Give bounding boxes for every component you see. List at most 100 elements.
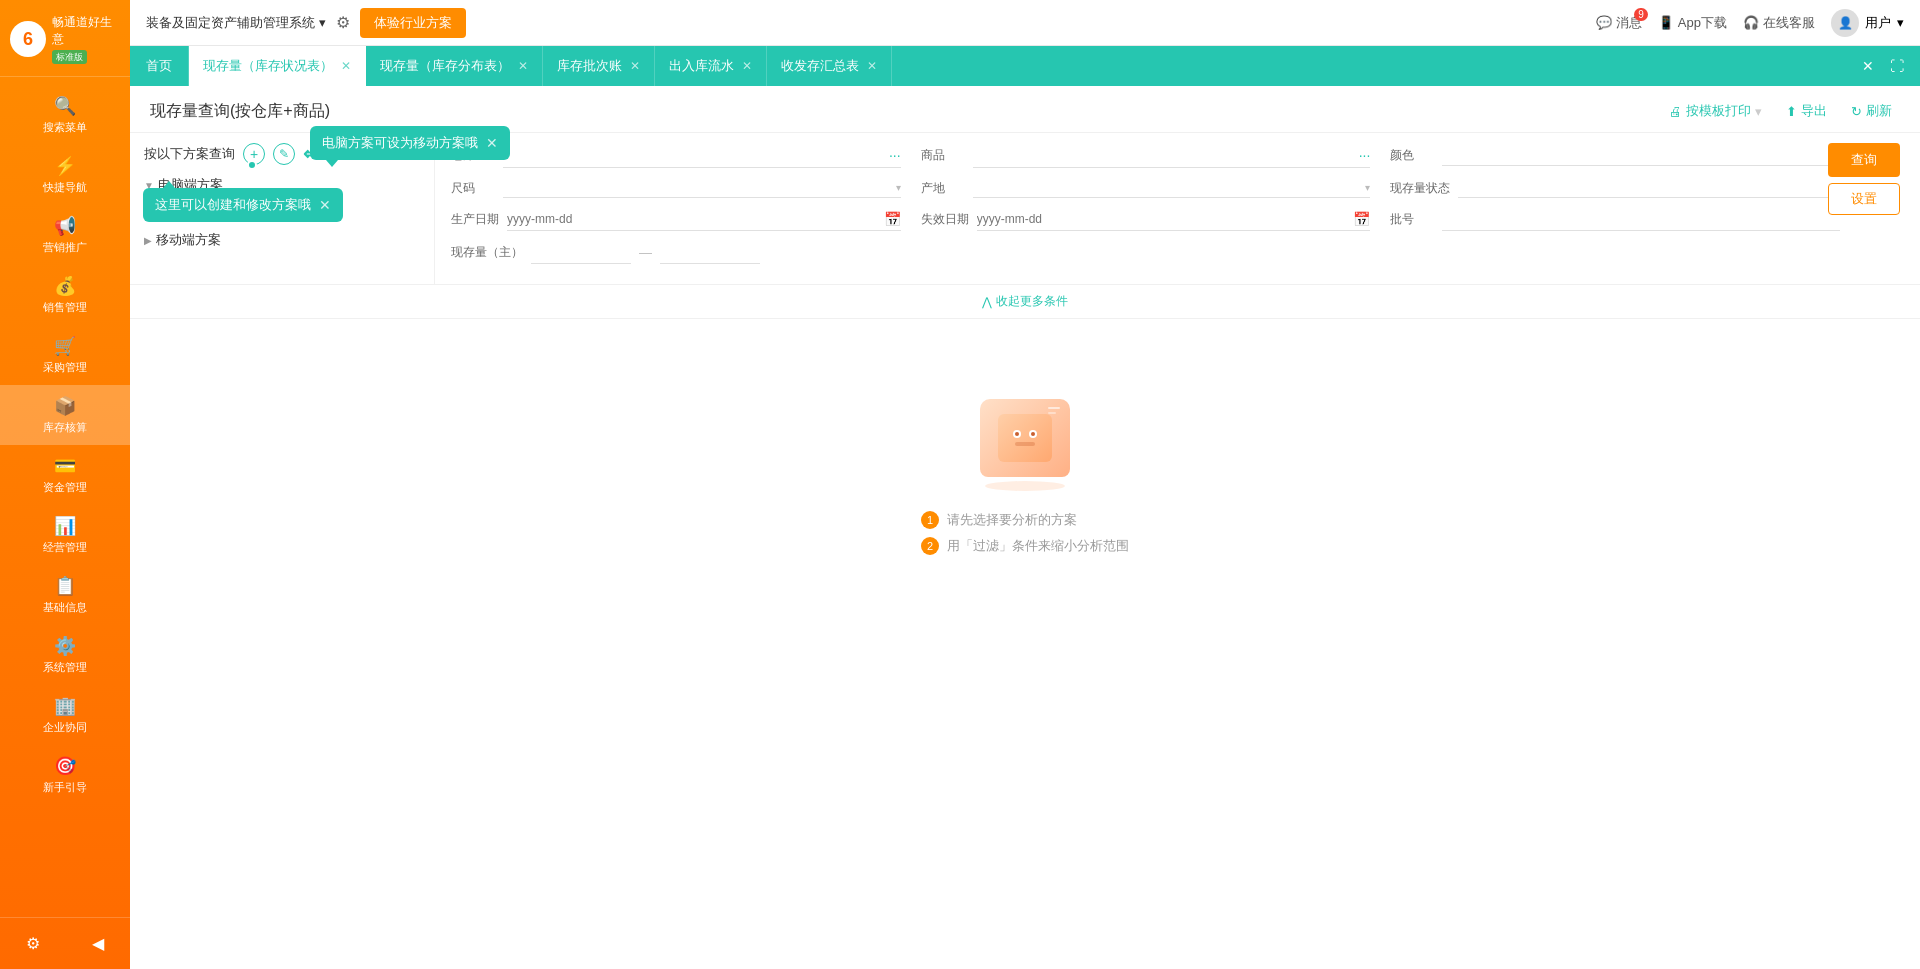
guide-icon: 🎯 (54, 755, 76, 777)
user-chevron-icon: ▾ (1897, 15, 1904, 30)
tab-close-icon[interactable]: ✕ (630, 59, 640, 73)
filter-row-3: 生产日期 📅 失效日期 📅 批号 (451, 208, 1840, 231)
sidebar-bottom: ⚙ ◀ (0, 917, 130, 969)
operations-icon: 📊 (54, 515, 76, 537)
support-btn[interactable]: 🎧 在线客服 (1743, 14, 1815, 32)
search-icon: 🔍 (54, 95, 76, 117)
message-btn[interactable]: 💬 消息 9 (1596, 14, 1642, 32)
empty-illustration (980, 399, 1070, 491)
sidebar-item-enterprise[interactable]: 🏢 企业协同 (0, 685, 130, 745)
logo-badge: 标准版 (52, 50, 87, 65)
tab-close-icon[interactable]: ✕ (518, 59, 528, 73)
sidebar: 6 畅通道好生意 标准版 🔍 搜索菜单 ⚡ 快捷导航 📢 营销推广 💰 销售管理… (0, 0, 130, 969)
tooltip-close-btn[interactable]: ✕ (486, 135, 498, 151)
tab-batch-ledger-label: 库存批次账 (557, 57, 622, 75)
tab-receipt-summary[interactable]: 收发存汇总表 ✕ (767, 46, 892, 86)
tab-batch-ledger[interactable]: 库存批次账 ✕ (543, 46, 655, 86)
create-tooltip-close-btn[interactable]: ✕ (319, 197, 331, 213)
pc-tooltip-dot (247, 160, 257, 170)
stock-qty-max-input[interactable] (660, 241, 760, 264)
reset-button[interactable]: 设置 (1828, 183, 1900, 215)
logo-icon: 6 (10, 21, 46, 57)
tab-stock-dist[interactable]: 现存量（库存分布表） ✕ (366, 46, 543, 86)
edit-scheme-btn[interactable]: ✎ (273, 143, 295, 165)
template-print-btn[interactable]: 🖨 按模板打印 ▾ (1661, 98, 1770, 124)
produce-date-input[interactable] (507, 208, 884, 230)
goods-select[interactable]: ··· (973, 143, 1371, 168)
page-actions: 🖨 按模板打印 ▾ ⬆ 导出 ↻ 刷新 (1661, 98, 1900, 124)
sidebar-item-label: 新手引导 (43, 780, 87, 795)
calendar-icon[interactable]: 📅 (884, 211, 901, 227)
empty-box (980, 399, 1070, 477)
user-menu[interactable]: 👤 用户 ▾ (1831, 9, 1904, 37)
username: 用户 (1865, 14, 1891, 32)
tab-close-icon[interactable]: ✕ (742, 59, 752, 73)
system-selector[interactable]: 装备及固定资产辅助管理系统 ▾ (146, 14, 326, 32)
avatar: 👤 (1831, 9, 1859, 37)
sidebar-item-marketing[interactable]: 📢 营销推广 (0, 205, 130, 265)
page-title: 现存量查询(按仓库+商品) (150, 101, 330, 122)
tab-inout-flow[interactable]: 出入库流水 ✕ (655, 46, 767, 86)
tab-close-icon[interactable]: ✕ (867, 59, 877, 73)
sidebar-item-label: 库存核算 (43, 420, 87, 435)
chevron-down-icon: ▾ (1755, 104, 1762, 119)
finance-icon: 💳 (54, 455, 76, 477)
filter-row-4: 现存量（主） — (451, 241, 811, 264)
sidebar-item-label: 基础信息 (43, 600, 87, 615)
expire-date-label: 失效日期 (921, 211, 969, 228)
more-icon[interactable]: ··· (889, 147, 901, 163)
phone-icon: 📱 (1658, 15, 1674, 30)
sidebar-item-operations[interactable]: 📊 经营管理 (0, 505, 130, 565)
calendar-icon[interactable]: 📅 (1353, 211, 1370, 227)
tab-bar-actions: ✕ ⛶ (1858, 54, 1920, 78)
export-icon: ⬆ (1786, 104, 1797, 119)
tab-expand-btn[interactable]: ⛶ (1886, 54, 1908, 78)
tab-stock-status-label: 现存量（库存状况表） (203, 57, 333, 75)
robot-eye-right (1029, 430, 1037, 438)
sidebar-item-finance[interactable]: 💳 资金管理 (0, 445, 130, 505)
batch-input[interactable] (1442, 208, 1840, 231)
collapse-btn[interactable]: ⋀ 收起更多条件 (130, 285, 1920, 319)
logo-name: 畅通道好生意 (52, 14, 120, 48)
message-icon: 💬 (1596, 15, 1612, 30)
refresh-btn[interactable]: ↻ 刷新 (1843, 98, 1900, 124)
filter-batch: 批号 (1390, 208, 1840, 231)
tab-receipt-summary-label: 收发存汇总表 (781, 57, 859, 75)
gear-icon[interactable]: ⚙ (336, 13, 350, 32)
stock-qty-min-input[interactable] (531, 241, 631, 264)
sidebar-settings-btn[interactable]: ⚙ (20, 928, 46, 959)
origin-label: 产地 (921, 180, 965, 197)
sidebar-item-inventory[interactable]: 📦 库存核算 (0, 385, 130, 445)
header: 装备及固定资产辅助管理系统 ▾ ⚙ 体验行业方案 💬 消息 9 📱 App下载 … (130, 0, 1920, 46)
expire-date-input[interactable] (977, 208, 1354, 230)
tab-close-icon[interactable]: ✕ (341, 59, 351, 73)
sidebar-item-basic[interactable]: 📋 基础信息 (0, 565, 130, 625)
support-label: 在线客服 (1763, 14, 1815, 32)
size-select[interactable]: ▾ (503, 178, 901, 198)
sidebar-item-search[interactable]: 🔍 搜索菜单 (0, 85, 130, 145)
mobile-scheme-toggle[interactable]: ▶ 移动端方案 (144, 228, 420, 252)
sidebar-item-system[interactable]: ⚙️ 系统管理 (0, 625, 130, 685)
origin-select[interactable]: ▾ (973, 178, 1371, 198)
app-download-btn[interactable]: 📱 App下载 (1658, 14, 1727, 32)
sidebar-collapse-btn[interactable]: ◀ (86, 928, 110, 959)
mobile-scheme-group: ▶ 移动端方案 (130, 226, 434, 254)
empty-tip-2: 2 用「过滤」条件来缩小分析范围 (921, 537, 1129, 555)
tab-stock-status[interactable]: 现存量（库存状况表） ✕ (189, 46, 366, 86)
tab-close-all-btn[interactable]: ✕ (1858, 54, 1878, 78)
goods-more-icon[interactable]: ··· (1359, 147, 1371, 163)
export-btn[interactable]: ⬆ 导出 (1778, 98, 1835, 124)
warehouse-select[interactable]: ··· (503, 143, 901, 168)
filter-row-1: 仓库 ··· 商品 ··· 颜色 (451, 143, 1840, 168)
search-button[interactable]: 查询 (1828, 143, 1900, 177)
sidebar-item-quicknav[interactable]: ⚡ 快捷导航 (0, 145, 130, 205)
sidebar-item-label: 采购管理 (43, 360, 87, 375)
robot-face (998, 414, 1052, 462)
sidebar-item-sales[interactable]: 💰 销售管理 (0, 265, 130, 325)
stock-status-select[interactable]: ▾ (1458, 178, 1840, 198)
color-select[interactable]: ▾ (1442, 146, 1840, 166)
trial-button[interactable]: 体验行业方案 (360, 8, 466, 38)
sidebar-item-guide[interactable]: 🎯 新手引导 (0, 745, 130, 805)
tab-home[interactable]: 首页 (130, 46, 189, 86)
sidebar-item-purchase[interactable]: 🛒 采购管理 (0, 325, 130, 385)
